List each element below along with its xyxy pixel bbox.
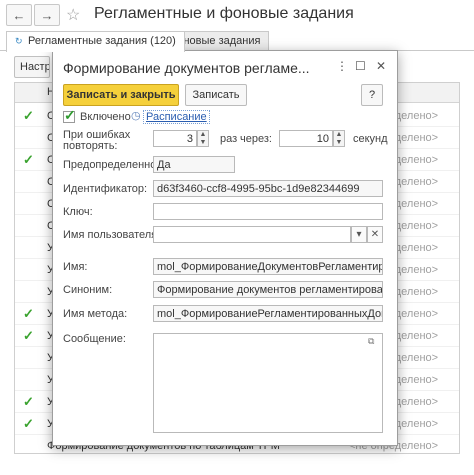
enabled-check-icon: ✓ bbox=[23, 306, 34, 321]
synonym-label: Синоним: bbox=[63, 284, 113, 296]
retry-count-input[interactable]: 3 bbox=[153, 130, 197, 147]
key-input[interactable] bbox=[153, 203, 383, 220]
name-label: Имя: bbox=[63, 261, 88, 273]
tab-scheduled-jobs[interactable]: ↻ Регламентные задания (120) bbox=[6, 31, 185, 52]
help-button[interactable]: ? bbox=[361, 84, 383, 106]
save-and-close-button[interactable]: Записать и закрыть bbox=[63, 84, 179, 106]
enabled-check-icon: ✓ bbox=[23, 152, 34, 167]
favorite-star-icon[interactable]: ☆ bbox=[66, 5, 80, 25]
job-dialog: Формирование документов регламе... ⋮ ☐ ✕… bbox=[52, 50, 398, 446]
user-label: Имя пользователя: bbox=[63, 229, 161, 241]
interval-label: через: bbox=[240, 133, 272, 145]
schedule-link[interactable]: Расписание bbox=[143, 110, 210, 124]
close-icon[interactable]: ✕ bbox=[376, 59, 386, 73]
enabled-check-icon: ✓ bbox=[23, 108, 34, 123]
predefined-label: Предопределенное: bbox=[63, 159, 166, 171]
interval-stepper[interactable]: ▲ ▼ bbox=[333, 130, 345, 147]
clear-icon: ✕ bbox=[370, 229, 380, 240]
method-label: Имя метода: bbox=[63, 308, 128, 320]
retry-count-stepper[interactable]: ▲ ▼ bbox=[197, 130, 209, 147]
enabled-check-icon: ✓ bbox=[23, 328, 34, 343]
arrow-left-icon: ← bbox=[12, 7, 26, 23]
key-label: Ключ: bbox=[63, 206, 93, 218]
back-button[interactable]: ← bbox=[6, 4, 32, 26]
id-field: d63f3460-ccf8-4995-95bc-1d9e82344699 bbox=[153, 180, 383, 197]
open-message-icon[interactable]: ⧉ bbox=[368, 336, 374, 347]
message-label: Сообщение: bbox=[63, 333, 126, 345]
dialog-title: Формирование документов регламе... bbox=[63, 60, 310, 76]
method-field: mol_ФормированиеРегламентированныхДокуме… bbox=[153, 305, 383, 322]
tab-label: Регламентные задания (120) bbox=[28, 35, 176, 47]
tab-refresh-icon: ↻ bbox=[15, 36, 23, 46]
id-label: Идентификатор: bbox=[63, 183, 148, 195]
more-icon[interactable]: ⋮ bbox=[336, 59, 348, 73]
user-dropdown-button[interactable]: ▾ bbox=[351, 226, 367, 243]
message-textarea[interactable] bbox=[153, 333, 383, 433]
settings-button[interactable]: Настр bbox=[14, 56, 50, 78]
checkmark-icon: ✓ bbox=[64, 107, 76, 123]
enabled-check-icon: ✓ bbox=[23, 416, 34, 431]
chevron-down-icon: ▾ bbox=[356, 229, 362, 240]
retry-label-2: повторять: bbox=[63, 140, 118, 152]
maximize-icon[interactable]: ☐ bbox=[355, 59, 366, 73]
forward-button[interactable]: → bbox=[34, 4, 60, 26]
interval-input[interactable]: 10 bbox=[279, 130, 333, 147]
save-button[interactable]: Записать bbox=[185, 84, 247, 106]
page-title: Регламентные и фоновые задания bbox=[94, 5, 354, 22]
predefined-field: Да bbox=[153, 156, 235, 173]
name-field: mol_ФормированиеДокументовРегламентирова… bbox=[153, 258, 383, 275]
arrow-right-icon: → bbox=[40, 7, 54, 23]
synonym-field: Формирование документов регламентированн… bbox=[153, 281, 383, 298]
retry-unit-label: раз bbox=[220, 133, 238, 145]
user-clear-button[interactable]: ✕ bbox=[367, 226, 383, 243]
enabled-label: Включено bbox=[80, 111, 131, 123]
user-input[interactable] bbox=[153, 226, 351, 243]
enabled-check-icon: ✓ bbox=[23, 394, 34, 409]
clock-icon: ◷ bbox=[131, 110, 141, 122]
interval-unit-label: секунд bbox=[353, 133, 388, 145]
